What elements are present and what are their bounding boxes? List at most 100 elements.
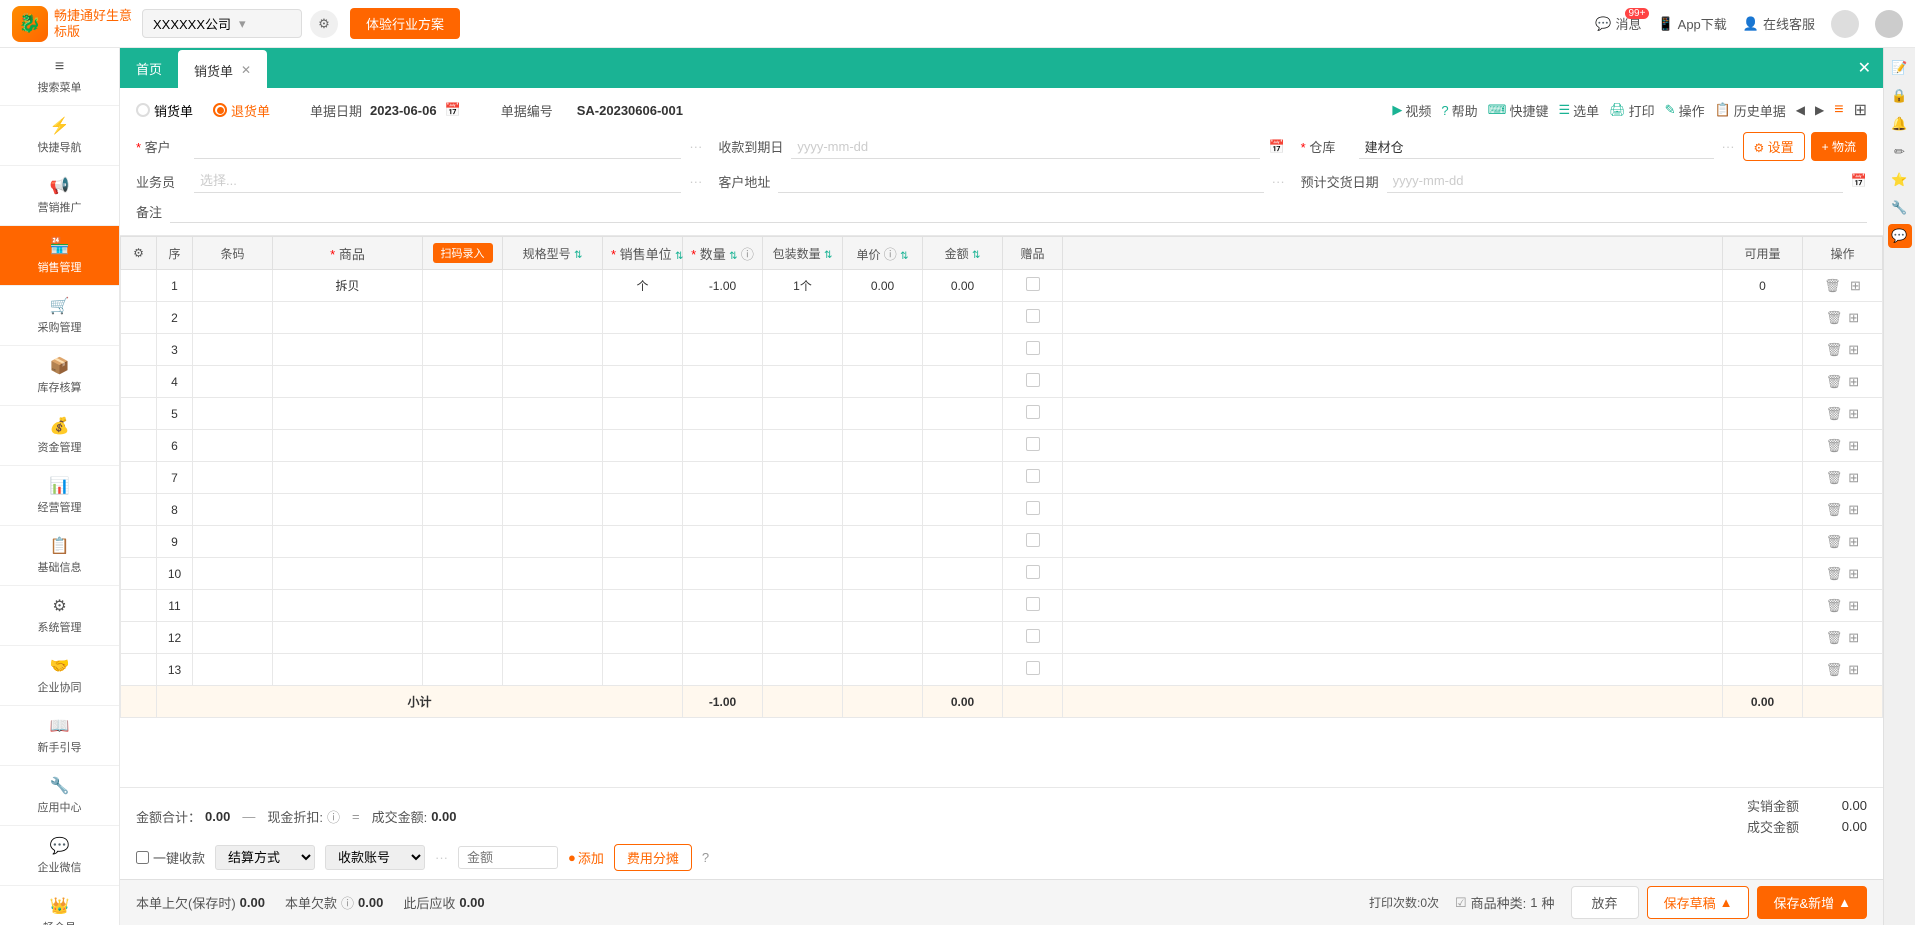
toolbar-operation[interactable]: ✎操作 xyxy=(1665,101,1705,120)
copy-icon[interactable]: ⊞ xyxy=(1850,278,1861,293)
debt-info-icon[interactable]: ⓘ xyxy=(341,893,354,912)
sidebar-item-search[interactable]: ≡ 搜索菜单 xyxy=(0,48,119,106)
copy-icon[interactable]: ⊞ xyxy=(1848,502,1859,517)
copy-icon[interactable]: ⊞ xyxy=(1848,310,1859,325)
warehouse-more-icon[interactable]: ··· xyxy=(1722,139,1735,154)
user-avatar2[interactable] xyxy=(1875,10,1903,38)
message-button[interactable]: 💬 消息 99+ xyxy=(1595,14,1641,33)
sidebar-item-marketing[interactable]: 📢 营销推广 xyxy=(0,166,119,226)
sidebar-item-apps[interactable]: 🔧 应用中心 xyxy=(0,766,119,826)
gift-checkbox[interactable] xyxy=(1026,501,1040,515)
delete-icon[interactable]: 🗑 xyxy=(1826,310,1843,325)
gift-checkbox[interactable] xyxy=(1026,405,1040,419)
qty-sort-icon[interactable]: ⇅ xyxy=(729,251,737,262)
sidebar-item-wechat[interactable]: 💬 企业微信 xyxy=(0,826,119,886)
toolbar-print[interactable]: 🖨打印 xyxy=(1609,101,1655,120)
row-barcode-cell[interactable] xyxy=(193,270,273,302)
sidebar-item-quick-nav[interactable]: ⚡ 快捷导航 xyxy=(0,106,119,166)
one-click-checkbox[interactable] xyxy=(136,851,149,864)
radio-sales-order[interactable]: 销货单 xyxy=(136,101,193,120)
sidebar-item-member[interactable]: 👑 畅会员 xyxy=(0,886,119,925)
copy-icon[interactable]: ⊞ xyxy=(1848,534,1859,549)
tab-home[interactable]: 首页 xyxy=(120,48,178,88)
delete-icon[interactable]: 🗑 xyxy=(1824,278,1841,293)
calc-method-select[interactable]: 结算方式 xyxy=(215,845,315,870)
right-icon-2[interactable]: 🔒 xyxy=(1888,84,1912,108)
sidebar-item-system[interactable]: ⚙ 系统管理 xyxy=(0,586,119,646)
tab-bar-close-all[interactable]: ✕ xyxy=(1846,58,1883,78)
copy-icon[interactable]: ⊞ xyxy=(1848,662,1859,677)
tab-close-button[interactable]: ✕ xyxy=(241,63,251,77)
gift-checkbox[interactable] xyxy=(1026,629,1040,643)
toolbar-shortcut[interactable]: ⌨快捷键 xyxy=(1488,101,1549,120)
copy-icon[interactable]: ⊞ xyxy=(1848,406,1859,421)
price-info-icon[interactable]: ⓘ xyxy=(884,247,897,262)
gift-checkbox[interactable] xyxy=(1026,309,1040,323)
due-date-input[interactable] xyxy=(791,135,1260,159)
expense-help-icon[interactable]: ? xyxy=(702,850,709,865)
gift-checkbox[interactable] xyxy=(1026,597,1040,611)
right-icon-4[interactable]: ✏ xyxy=(1888,140,1912,164)
salesman-more-icon[interactable]: ··· xyxy=(689,174,702,189)
delete-icon[interactable]: 🗑 xyxy=(1826,406,1843,421)
due-date-calendar-icon[interactable]: 📅 xyxy=(1268,139,1284,155)
amount-sort-icon[interactable]: ⇅ xyxy=(972,250,980,261)
salesman-input[interactable] xyxy=(194,169,681,193)
add-button[interactable]: ● 添加 xyxy=(568,848,604,867)
spec-sort-icon[interactable]: ⇅ xyxy=(574,250,582,261)
sidebar-item-basic-info[interactable]: 📋 基础信息 xyxy=(0,526,119,586)
right-icon-5[interactable]: ⭐ xyxy=(1888,168,1912,192)
app-download-button[interactable]: 📱 App下载 xyxy=(1657,14,1726,33)
gift-checkbox[interactable] xyxy=(1026,533,1040,547)
right-icon-6[interactable]: 🔧 xyxy=(1888,196,1912,220)
row-gift-cell[interactable] xyxy=(1003,270,1063,302)
toolbar-next[interactable]: ▶ xyxy=(1815,103,1824,117)
delete-icon[interactable]: 🗑 xyxy=(1826,502,1843,517)
right-icon-7[interactable]: 💬 xyxy=(1888,224,1912,248)
sidebar-item-sales[interactable]: 🏪 销售管理 xyxy=(0,226,119,286)
copy-icon[interactable]: ⊞ xyxy=(1848,566,1859,581)
amount-input[interactable] xyxy=(458,846,558,869)
gift-checkbox[interactable] xyxy=(1026,565,1040,579)
company-settings-button[interactable]: ⚙ xyxy=(310,10,338,38)
right-icon-3[interactable]: 🔔 xyxy=(1888,112,1912,136)
barcode-input[interactable] xyxy=(201,278,264,293)
account-more-icon[interactable]: ··· xyxy=(435,850,448,865)
gift-checkbox[interactable] xyxy=(1026,341,1040,355)
expected-delivery-calendar-icon[interactable]: 📅 xyxy=(1851,173,1867,189)
toolbar-select[interactable]: ☰选单 xyxy=(1558,101,1599,120)
sidebar-item-finance[interactable]: 💰 资金管理 xyxy=(0,406,119,466)
radio-return-order[interactable]: 退货单 xyxy=(213,101,270,120)
delete-icon[interactable]: 🗑 xyxy=(1826,566,1843,581)
delete-icon[interactable]: 🗑 xyxy=(1826,438,1843,453)
expected-delivery-input[interactable] xyxy=(1387,169,1843,193)
scan-button[interactable]: 扫码录入 xyxy=(433,243,493,263)
copy-icon[interactable]: ⊞ xyxy=(1848,470,1859,485)
company-selector[interactable]: XXXXXX公司 ▾ xyxy=(142,9,302,38)
discount-info-icon[interactable]: ⓘ xyxy=(327,807,340,826)
th-settings[interactable]: ⚙ xyxy=(121,237,157,270)
copy-icon[interactable]: ⊞ xyxy=(1848,598,1859,613)
delete-icon[interactable]: 🗑 xyxy=(1826,598,1843,613)
customer-addr-input[interactable] xyxy=(778,169,1263,193)
sidebar-item-management[interactable]: 📊 经营管理 xyxy=(0,466,119,526)
copy-icon[interactable]: ⊞ xyxy=(1848,342,1859,357)
sidebar-item-inventory[interactable]: 📦 库存核算 xyxy=(0,346,119,406)
account-select[interactable]: 收款账号 xyxy=(325,845,425,870)
sidebar-item-guide[interactable]: 📖 新手引导 xyxy=(0,706,119,766)
user-avatar[interactable] xyxy=(1831,10,1859,38)
copy-icon[interactable]: ⊞ xyxy=(1848,374,1859,389)
one-click-payment-checkbox[interactable]: 一键收款 xyxy=(136,848,205,867)
sidebar-item-enterprise[interactable]: 🤝 企业协同 xyxy=(0,646,119,706)
delete-icon[interactable]: 🗑 xyxy=(1826,662,1843,677)
gift-checkbox[interactable] xyxy=(1026,373,1040,387)
save-draft-button[interactable]: 保存草稿 ▲ xyxy=(1647,886,1750,919)
toolbar-help[interactable]: ?帮助 xyxy=(1441,101,1477,120)
customer-more-icon[interactable]: ··· xyxy=(689,139,702,154)
sidebar-item-purchase[interactable]: 🛒 采购管理 xyxy=(0,286,119,346)
right-icon-1[interactable]: 📝 xyxy=(1888,56,1912,80)
th-scan[interactable]: 扫码录入 xyxy=(423,237,503,270)
tab-sales-order[interactable]: 销货单 ✕ xyxy=(178,50,267,90)
qty-info-icon[interactable]: ⓘ xyxy=(741,247,754,262)
gift-checkbox[interactable] xyxy=(1026,661,1040,675)
